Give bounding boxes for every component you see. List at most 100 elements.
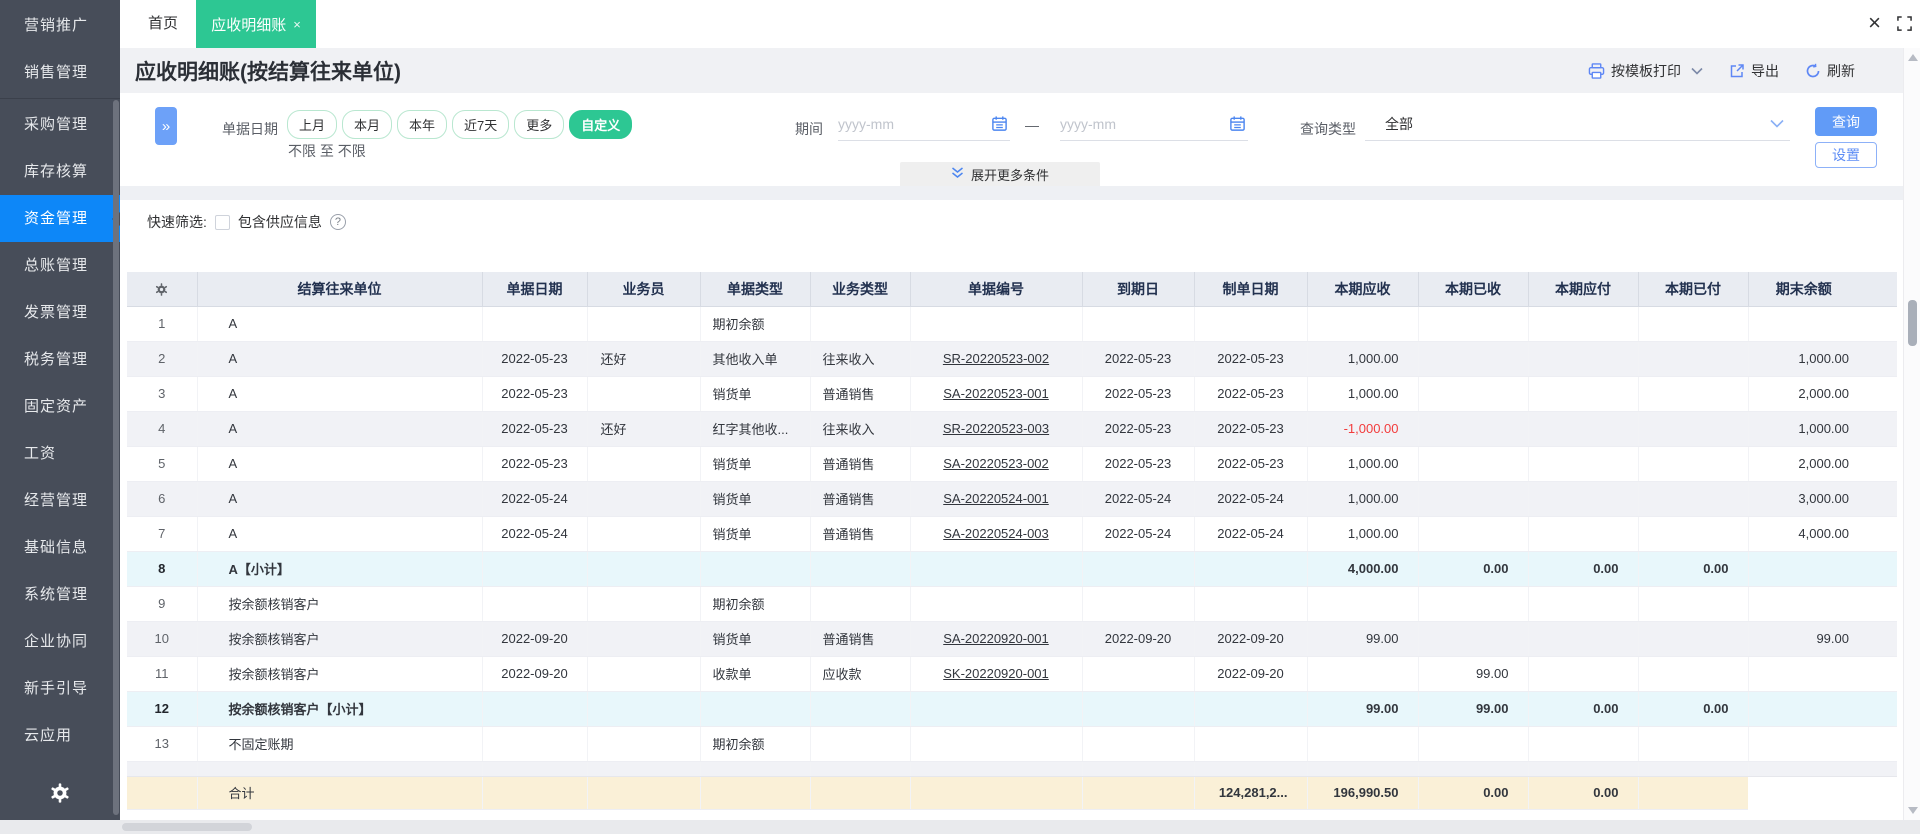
cell-create_date: 2022-05-23 — [1194, 376, 1308, 412]
tab-close-icon[interactable]: × — [293, 17, 301, 32]
column-header-9[interactable]: 本期已收 — [1418, 272, 1529, 307]
column-header-5[interactable]: 单据编号 — [910, 272, 1083, 307]
column-header-4[interactable]: 业务类型 — [810, 272, 911, 307]
fullscreen-icon[interactable] — [1897, 15, 1912, 31]
date-pill-4[interactable]: 更多 — [514, 110, 565, 139]
search-button[interactable]: 查询 — [1815, 107, 1877, 136]
calendar-icon[interactable] — [1229, 115, 1246, 137]
query-type-select[interactable]: 全部 — [1365, 107, 1790, 141]
date-pill-2[interactable]: 本年 — [397, 110, 448, 139]
settings-gear-icon[interactable] — [49, 782, 71, 809]
date-pill-custom[interactable]: 自定义 — [569, 110, 633, 139]
export-button[interactable]: 导出 — [1729, 61, 1779, 81]
subtotal-row[interactable]: 12 按余额核销客户【小计】 99.00 99.00 0.00 0.00 — [127, 691, 1897, 727]
sidebar-item-8[interactable]: 固定资产 — [0, 383, 120, 430]
cell-receivable: 1,000.00 — [1307, 376, 1419, 412]
sidebar-item-4[interactable]: 资金管理 — [0, 195, 120, 242]
column-header-7[interactable]: 制单日期 — [1194, 272, 1308, 307]
column-header-10[interactable]: 本期应付 — [1528, 272, 1639, 307]
collapse-filter-button[interactable]: » — [155, 107, 177, 145]
sidebar-item-15[interactable]: 云应用 — [0, 712, 120, 759]
table-row[interactable]: 2 A 2022-05-23 还好 其他收入单 往来收入 SR-20220523-002 20… — [127, 341, 1897, 377]
table-row[interactable]: 4 A 2022-05-23 还好 红字其他收... 往来收入 SR-20220523-00… — [127, 411, 1897, 447]
tab-home[interactable]: 首页 — [134, 0, 192, 48]
vertical-scrollbar-thumb[interactable] — [1908, 300, 1917, 346]
table-row[interactable]: 6 A 2022-05-24 销货单 普通销售 SA-20220524-001 2022-0… — [127, 481, 1897, 517]
column-header-0[interactable]: 结算往来单位 — [197, 272, 483, 307]
period-end-input[interactable] — [1060, 115, 1248, 132]
period-start-input[interactable] — [838, 115, 1010, 132]
settings-button[interactable]: 设置 — [1815, 142, 1877, 168]
column-header-3[interactable]: 单据类型 — [700, 272, 811, 307]
table-row[interactable]: 10 按余额核销客户 2022-09-20 销货单 普通销售 SA-20220920-00… — [127, 621, 1897, 657]
table-row[interactable]: 9 按余额核销客户 期初余额 — [127, 586, 1897, 622]
doc-number-link[interactable]: SA-20220523-001 — [943, 386, 1049, 401]
cell-create_date: 2022-05-23 — [1194, 411, 1308, 447]
table-row[interactable]: 13 不固定账期 期初余额 — [127, 726, 1897, 762]
column-settings-header[interactable] — [127, 272, 198, 307]
row-number: 11 — [127, 656, 198, 692]
cell-empty — [910, 761, 1083, 777]
horizontal-scrollbar[interactable] — [0, 820, 1920, 834]
include-supplier-label[interactable]: 包含供应信息 — [238, 212, 322, 232]
table-row[interactable]: 7 A 2022-05-24 销货单 普通销售 SA-20220524-003 2022-0… — [127, 516, 1897, 552]
sidebar-item-5[interactable]: 总账管理 — [0, 242, 120, 289]
date-pill-3[interactable]: 近7天 — [452, 110, 510, 139]
scroll-down-arrow-icon[interactable] — [1908, 807, 1918, 814]
column-header-2[interactable]: 业务员 — [587, 272, 701, 307]
sidebar-footer — [0, 770, 120, 820]
sidebar-item-12[interactable]: 系统管理 — [0, 571, 120, 618]
doc-number-link[interactable]: SK-20220920-001 — [943, 666, 1049, 681]
column-header-12[interactable]: 期末余额 — [1748, 272, 1897, 307]
doc-number-link[interactable]: SA-20220523-002 — [943, 456, 1049, 471]
cell-received: 99.00 — [1418, 691, 1529, 727]
horizontal-scrollbar-thumb[interactable] — [122, 823, 252, 831]
table-row[interactable]: 5 A 2022-05-23 销货单 普通销售 SA-20220523-002 2022-0… — [127, 446, 1897, 482]
chevron-down-icon[interactable] — [1691, 67, 1703, 75]
window-close-icon[interactable]: × — [1868, 8, 1881, 38]
date-pill-0[interactable]: 上月 — [287, 110, 338, 139]
sidebar-item-13[interactable]: 企业协同 — [0, 618, 120, 665]
cell-biz_type: 普通销售 — [810, 516, 911, 552]
column-header-11[interactable]: 本期已付 — [1638, 272, 1749, 307]
date-pill-1[interactable]: 本月 — [342, 110, 393, 139]
sidebar-item-3[interactable]: 库存核算 — [0, 148, 120, 195]
sidebar-item-2[interactable]: 采购管理 — [0, 101, 120, 148]
tab-receivable-detail[interactable]: 应收明细账 × — [196, 0, 316, 48]
sidebar-item-9[interactable]: 工资 — [0, 430, 120, 477]
vertical-scrollbar[interactable] — [1903, 48, 1920, 820]
doc-number-link[interactable]: SA-20220920-001 — [943, 631, 1049, 646]
calendar-icon[interactable] — [991, 115, 1008, 137]
include-supplier-checkbox[interactable] — [214, 214, 230, 230]
scroll-up-arrow-icon[interactable] — [1908, 54, 1918, 61]
sidebar-menu: 营销推广 销售管理采购管理 库存核算 资金管理 总账管理 发票管理 税务管理 固定资产 工资 经营… — [0, 0, 120, 770]
sidebar-item-6[interactable]: 发票管理 — [0, 289, 120, 336]
doc-number-link[interactable]: SA-20220524-003 — [943, 526, 1049, 541]
cell-balance: 1,000.00 — [1748, 411, 1897, 447]
table-row[interactable]: 1 A 期初余额 — [127, 306, 1897, 342]
doc-number-link[interactable]: SR-20220523-003 — [943, 421, 1049, 436]
help-icon[interactable]: ? — [329, 214, 346, 230]
gear-icon[interactable] — [154, 282, 169, 297]
refresh-button[interactable]: 刷新 — [1805, 61, 1855, 81]
table-row[interactable]: 11 按余额核销客户 2022-09-20 收款单 应收款 SK-20220920-001… — [127, 656, 1897, 692]
expand-more-button[interactable]: 展开更多条件 — [900, 162, 1100, 186]
sidebar-item-11[interactable]: 基础信息 — [0, 524, 120, 571]
print-by-template-button[interactable]: 按模板打印 — [1588, 61, 1703, 81]
cell-biz_type: 普通销售 — [810, 446, 911, 482]
cell-doc_no: SA-20220524-003 — [910, 516, 1083, 552]
table-row[interactable]: 3 A 2022-05-23 销货单 普通销售 SA-20220523-001 2022-0… — [127, 376, 1897, 412]
doc-number-link[interactable]: SA-20220524-001 — [943, 491, 1049, 506]
column-header-8[interactable]: 本期应收 — [1307, 272, 1419, 307]
sidebar-item-1[interactable]: 销售管理 — [0, 49, 120, 96]
sidebar-item-0[interactable]: 营销推广 — [0, 2, 120, 49]
sidebar-item-10[interactable]: 经营管理 — [0, 477, 120, 524]
column-header-6[interactable]: 到期日 — [1082, 272, 1195, 307]
sidebar-item-7[interactable]: 税务管理 — [0, 336, 120, 383]
export-label: 导出 — [1751, 62, 1779, 79]
sidebar-item-14[interactable]: 新手引导 — [0, 665, 120, 712]
subtotal-row[interactable]: 8 A【小计】 4,000.00 0.00 0.00 0.00 — [127, 551, 1897, 587]
doc-number-link[interactable]: SR-20220523-002 — [943, 351, 1049, 366]
sidebar-scrollbar-thumb[interactable] — [113, 100, 119, 815]
column-header-1[interactable]: 单据日期 — [482, 272, 588, 307]
